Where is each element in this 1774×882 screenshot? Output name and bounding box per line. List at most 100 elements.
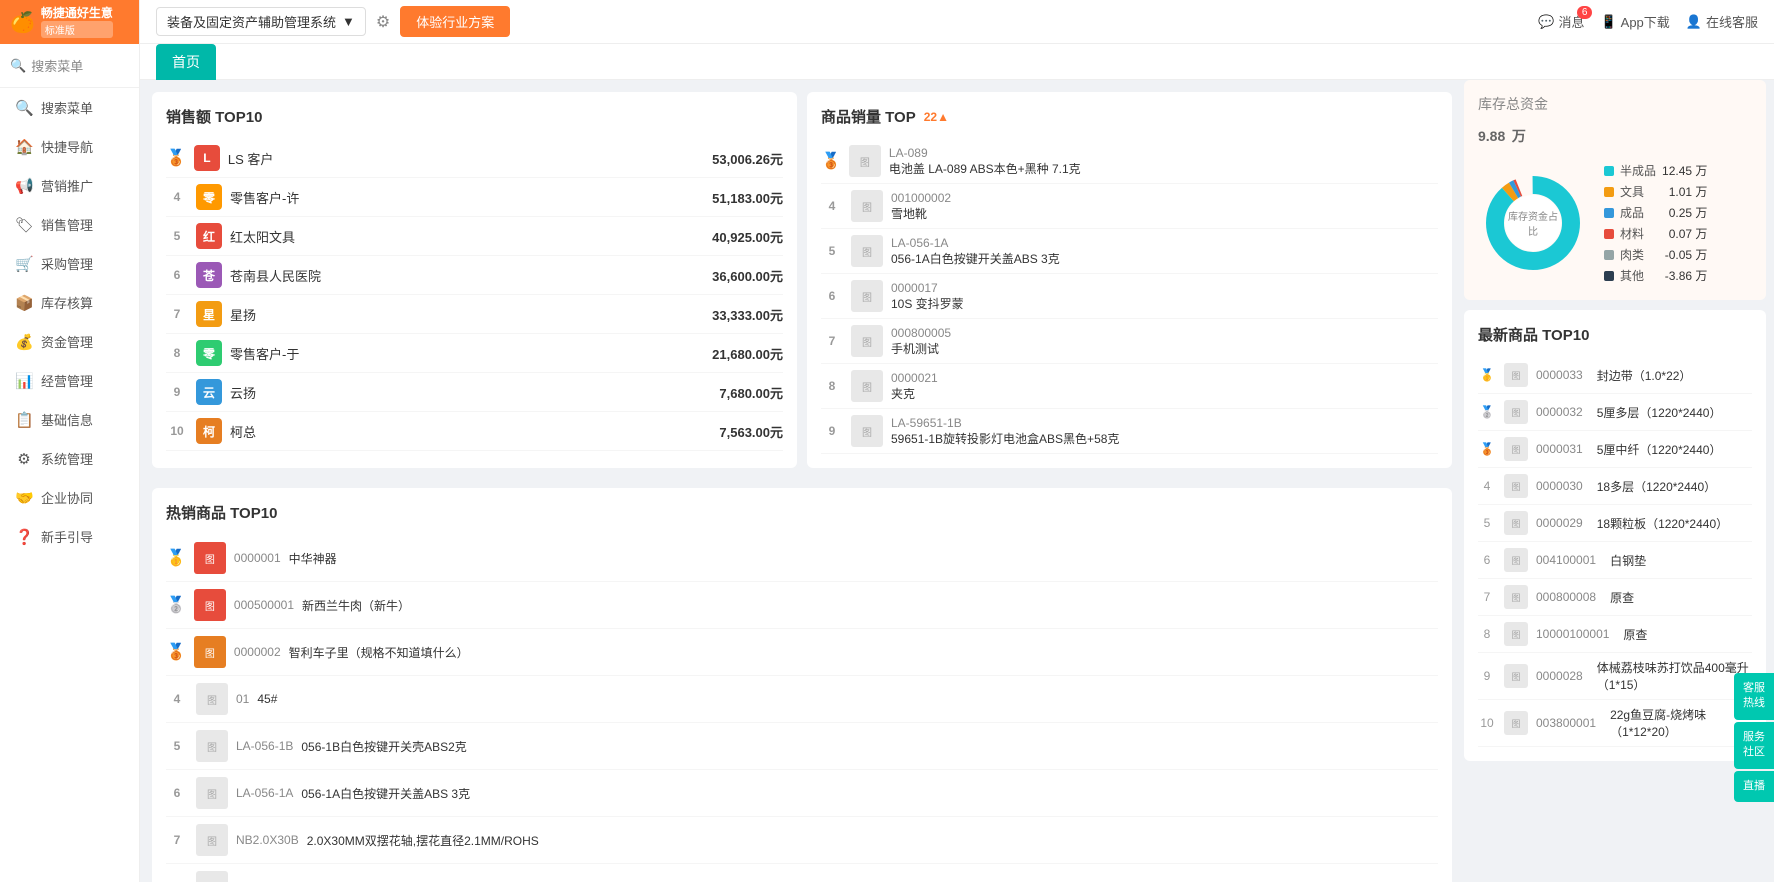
latest-product-item: 7 图 000800008 原查 [1478, 579, 1752, 616]
donut-center-label: 库存资金占比 [1506, 208, 1561, 238]
rank-item: 4 零 零售客户-许 51,183.00元 [166, 178, 783, 217]
top-rankings-row: 销售额 TOP10 🥉 L LS 客户 53,006.26元4 零 零售客户-许… [152, 92, 1452, 478]
sidebar-item-finance[interactable]: 💰 资金管理 [0, 322, 139, 361]
latest-code: 0000033 [1536, 368, 1583, 382]
search-menu-label: 搜索菜单 [31, 56, 83, 75]
latest-product-item: 6 图 004100001 白钢垫 [1478, 542, 1752, 579]
sidebar-logo: 🍊 畅捷通好生意 标准版 [0, 0, 139, 44]
nav-label-sales: 销售管理 [41, 215, 93, 234]
sidebar-item-coop[interactable]: 🤝 企业协同 [0, 478, 139, 517]
trial-button[interactable]: 体验行业方案 [400, 6, 510, 37]
rank-value: 21,680.00元 [712, 344, 783, 363]
latest-rank: 7 [1478, 590, 1496, 604]
message-icon: 💬 [1538, 14, 1554, 30]
product-img: 图 [194, 542, 226, 574]
nav-icon-operation: 📊 [15, 372, 33, 390]
legend-dot [1604, 271, 1614, 281]
sidebar-item-quicknav[interactable]: 🏠 快捷导航 [0, 127, 139, 166]
latest-img: 图 [1504, 664, 1528, 688]
product-sales-item: 9 图 LA-59651-1B 59651-1B旋转投影灯电池盒ABS黑色+58… [821, 409, 1438, 454]
message-button[interactable]: 💬 消息 6 [1538, 12, 1584, 31]
service-button[interactable]: 👤 在线客服 [1686, 12, 1758, 31]
app-download-button[interactable]: 📱 App下载 [1600, 12, 1669, 31]
product-img-placeholder: 图 [851, 190, 883, 222]
legend-item: 肉类 -0.05 万 [1604, 244, 1707, 265]
content-area: 销售额 TOP10 🥉 L LS 客户 53,006.26元4 零 零售客户-许… [140, 80, 1774, 882]
latest-products-title-text: 最新商品 TOP10 [1478, 324, 1589, 345]
sidebar-search-section: 🔍 搜索菜单 [0, 44, 139, 88]
sidebar-item-marketing[interactable]: 📢 营销推广 [0, 166, 139, 205]
sidebar-item-purchase[interactable]: 🛒 采购管理 [0, 244, 139, 283]
product-sales-item: 6 图 0000017 10S 变抖罗蒙 [821, 274, 1438, 319]
hot-product-item: 8图 0000011 12070519-xs [166, 864, 1438, 882]
rank-item: 5 红 红太阳文具 40,925.00元 [166, 217, 783, 256]
service-icon: 👤 [1686, 14, 1702, 30]
top-header: 装备及固定资产辅助管理系统 ▼ ⚙ 体验行业方案 💬 消息 6 📱 App下载 … [140, 0, 1774, 44]
system-name: 装备及固定资产辅助管理系统 [167, 12, 336, 31]
tab-home[interactable]: 首页 [156, 44, 216, 80]
customer-ranking-title: 销售额 TOP10 [166, 106, 783, 127]
logo-name: 畅捷通好生意 [41, 6, 113, 22]
sidebar-item-base[interactable]: 📋 基础信息 [0, 400, 139, 439]
latest-code: 0000030 [1536, 479, 1583, 493]
sidebar-item-sales[interactable]: 🏷 销售管理 [0, 205, 139, 244]
latest-img: 图 [1504, 711, 1528, 735]
product-img-placeholder: 图 [196, 777, 228, 809]
product-img: 图 [194, 636, 226, 668]
sidebar-item-inventory[interactable]: 📦 库存核算 [0, 283, 139, 322]
latest-rank: 10 [1478, 716, 1496, 730]
latest-code: 10000100001 [1536, 627, 1609, 641]
latest-product-item: 9 图 0000028 体械荔枝味苏打饮品400毫升（1*15） [1478, 653, 1752, 700]
nav-label-quicknav: 快捷导航 [41, 137, 93, 156]
support-hotline-button[interactable]: 客服热线 [1734, 673, 1774, 720]
latest-code: 0000031 [1536, 442, 1583, 456]
rank-avatar: L [194, 145, 220, 171]
legend-value: -0.05 万 [1665, 246, 1708, 263]
sidebar-item-system[interactable]: ⚙ 系统管理 [0, 439, 139, 478]
rank-name: 零售客户-许 [230, 188, 704, 207]
legend-item: 其他 -3.86 万 [1604, 265, 1707, 286]
product-img-placeholder: 图 [196, 824, 228, 856]
legend-name: 其他 [1620, 267, 1644, 284]
floating-support: 客服热线 服务社区 直播 [1734, 673, 1774, 802]
inventory-unit: 万 [1512, 128, 1526, 144]
system-selector[interactable]: 装备及固定资产辅助管理系统 ▼ [156, 7, 366, 36]
legend-name: 半成品 [1620, 162, 1656, 179]
latest-code: 0000032 [1536, 405, 1583, 419]
legend-value: 1.01 万 [1669, 183, 1708, 200]
latest-name: 5厘多层（1220*2440） [1597, 404, 1752, 421]
latest-product-item: 🥈 图 0000032 5厘多层（1220*2440） [1478, 394, 1752, 431]
support-live-button[interactable]: 直播 [1734, 771, 1774, 802]
nav-label-operation: 经营管理 [41, 371, 93, 390]
latest-img: 图 [1504, 363, 1528, 387]
settings-icon[interactable]: ⚙ [376, 12, 390, 32]
sidebar-item-search[interactable]: 🔍 搜索菜单 [0, 88, 139, 127]
content-right: 库存总资金 9.88 万 [1464, 80, 1774, 882]
rank-value: 33,333.00元 [712, 305, 783, 324]
latest-img: 图 [1504, 511, 1528, 535]
latest-rank: 5 [1478, 516, 1496, 530]
latest-product-item: 10 图 003800001 22g鱼豆腐-烧烤味（1*12*20） [1478, 700, 1752, 747]
rank-name: 零售客户-于 [230, 344, 704, 363]
legend-dot [1604, 229, 1614, 239]
rank-avatar: 零 [196, 184, 222, 210]
latest-rank: 🥈 [1478, 405, 1496, 419]
latest-product-item: 4 图 0000030 18多层（1220*2440） [1478, 468, 1752, 505]
latest-products-card: 最新商品 TOP10 🥇 图 0000033 封边带（1.0*22）🥈 图 00… [1464, 310, 1766, 761]
logo-icon: 🍊 [10, 10, 35, 35]
sidebar-item-guide[interactable]: ❓ 新手引导 [0, 517, 139, 556]
main-area: 装备及固定资产辅助管理系统 ▼ ⚙ 体验行业方案 💬 消息 6 📱 App下载 … [140, 0, 1774, 882]
hot-products-card: 热销商品 TOP10 🥇图 0000001 中华神器🥈图 000500001 新… [152, 488, 1452, 882]
customer-ranking-card: 销售额 TOP10 🥉 L LS 客户 53,006.26元4 零 零售客户-许… [152, 92, 797, 468]
rank-name: LS 客户 [228, 149, 704, 168]
support-community-button[interactable]: 服务社区 [1734, 722, 1774, 769]
latest-name: 原查 [1623, 626, 1752, 643]
sidebar-item-operation[interactable]: 📊 经营管理 [0, 361, 139, 400]
legend-dot [1604, 208, 1614, 218]
product-sales-ranking-card: 商品销量 TOP 22▲ 🥉 图 LA-089 电池盖 LA-089 ABS本色… [807, 92, 1452, 468]
nav-label-coop: 企业协同 [41, 488, 93, 507]
rank-value: 36,600.00元 [712, 266, 783, 285]
search-menu-button[interactable]: 🔍 搜索菜单 [10, 52, 129, 79]
hot-product-item: 🥉图 0000002 智利车子里（规格不知道填什么） [166, 629, 1438, 676]
latest-products-list: 🥇 图 0000033 封边带（1.0*22）🥈 图 0000032 5厘多层（… [1478, 357, 1752, 747]
